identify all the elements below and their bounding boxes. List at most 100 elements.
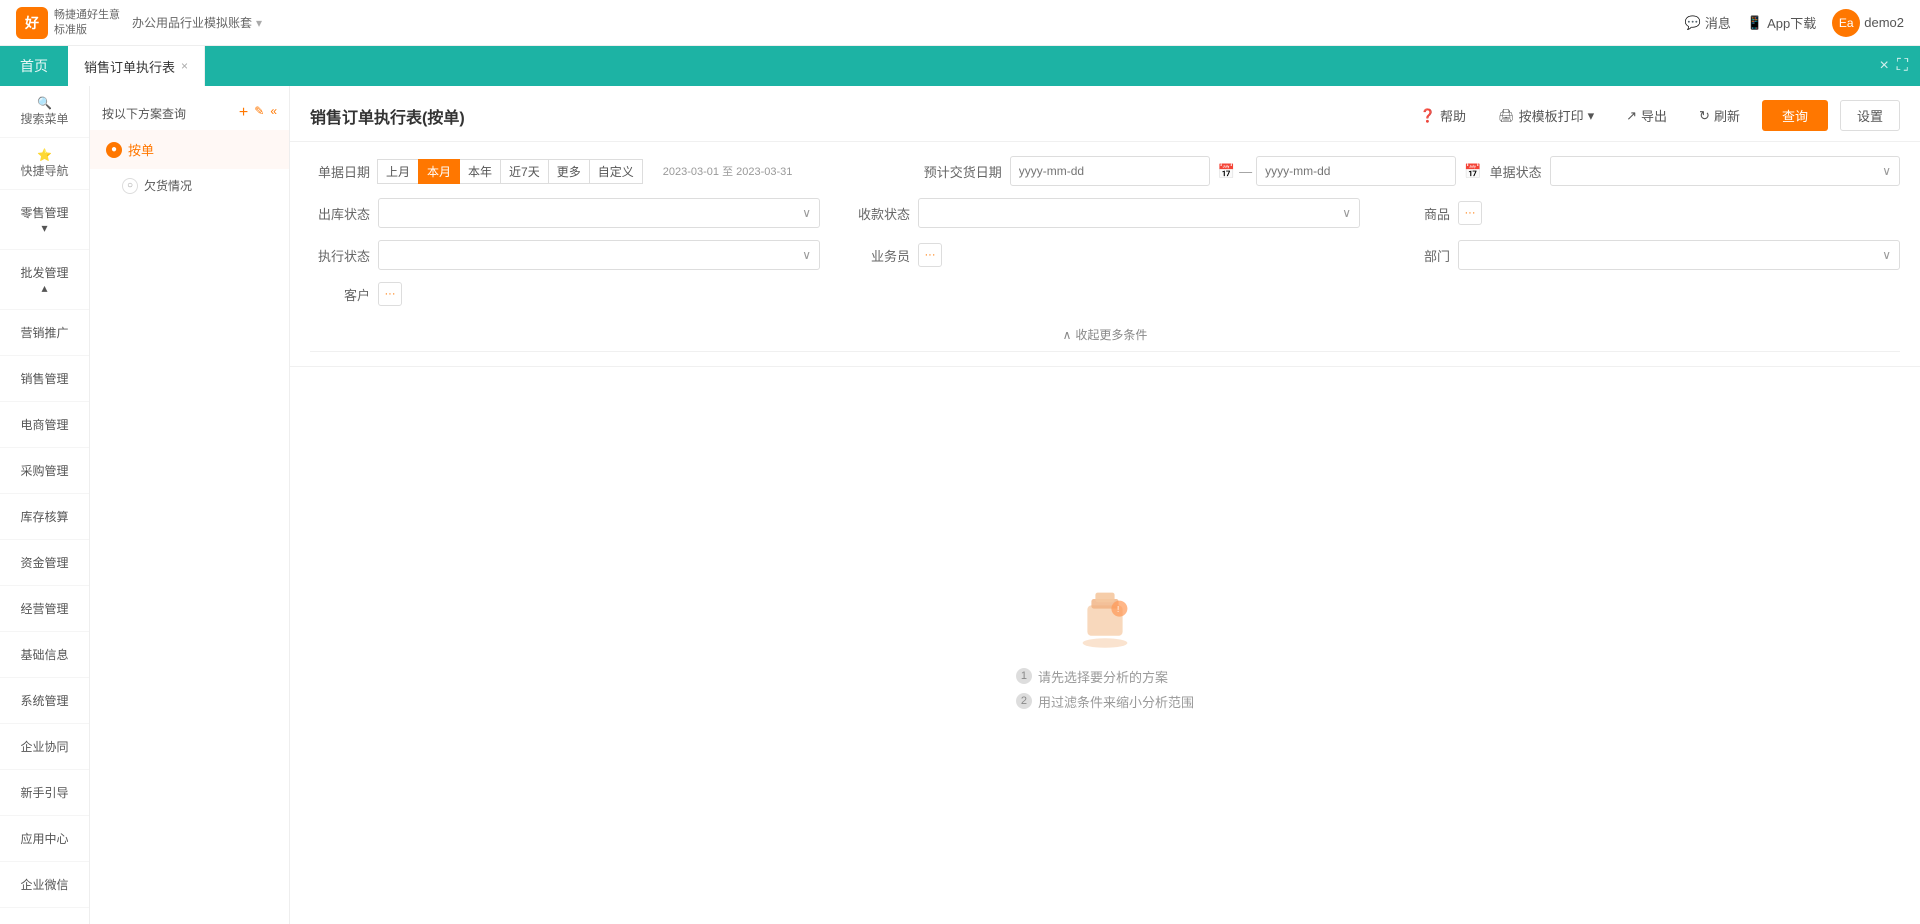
date-tab-custom[interactable]: 自定义 (589, 159, 643, 184)
tab-home[interactable]: 首页 (0, 46, 68, 86)
left-filter-panel: 按以下方案查询 + ✎ « ● 按单 ○ 欠货情况 (90, 86, 290, 924)
filter-row-3: 执行状态 ∨ 业务员 ··· 部门 (310, 240, 1900, 270)
print-button[interactable]: 🖨 按模板打印 ▾ (1488, 101, 1604, 130)
form-actions: ❓ 帮助 🖨 按模板打印 ▾ ↗ 导出 ↻ (1410, 100, 1900, 131)
help-button[interactable]: ❓ 帮助 (1410, 101, 1476, 130)
window-maximize-button[interactable]: ⛶ (1897, 57, 1908, 75)
filter-group-shipment: 出库状态 ∨ (310, 198, 820, 228)
filter-group-payment: 收款状态 ∨ (850, 198, 1360, 228)
sidebar-item-newbie[interactable]: 新手引导 (0, 770, 89, 816)
main-form-area: 销售订单执行表(按单) ❓ 帮助 🖨 按模板打印 ▾ ↗ (290, 86, 1920, 924)
date-tab-this-year[interactable]: 本年 (459, 159, 501, 184)
collapse-icon: ∧ (1063, 328, 1072, 342)
svg-text:!: ! (1117, 604, 1119, 613)
refresh-icon: ↻ (1699, 108, 1710, 124)
tab-close-icon[interactable]: × (181, 59, 188, 73)
date-tab-7days[interactable]: 近7天 (500, 159, 549, 184)
filter-group-customer: 客户 ··· (310, 282, 787, 306)
execute-label: 执行状态 (310, 246, 370, 265)
doc-status-select[interactable]: ∨ (1550, 156, 1900, 186)
top-bar-left: 好 畅捷通好生意 标准版 办公用品行业模拟账套 ▾ (16, 7, 262, 39)
execute-chevron-icon: ∨ (802, 248, 811, 262)
sidebar-item-wechat[interactable]: 企业微信 (0, 862, 89, 908)
filter-row-2: 出库状态 ∨ 收款状态 ∨ (310, 198, 1900, 228)
tab-sales-execution[interactable]: 销售订单执行表 × (68, 46, 205, 86)
date-tab-last-month[interactable]: 上月 (377, 159, 419, 184)
sidebar-item-system[interactable]: 系统管理 (0, 678, 89, 724)
user-menu[interactable]: Ea demo2 (1832, 9, 1904, 37)
message-icon: 💬 (1685, 15, 1701, 31)
sidebar-item-finance[interactable]: 资金管理 (0, 540, 89, 586)
sidebar-item-search-menu[interactable]: 🔍 搜索菜单 (0, 86, 89, 138)
refresh-button[interactable]: ↻ 刷新 (1689, 101, 1750, 130)
sidebar-item-wholesale[interactable]: 批发管理 ▴ (0, 250, 89, 310)
edit-scheme-button[interactable]: ✎ (254, 104, 264, 122)
export-button[interactable]: ↗ 导出 (1616, 101, 1677, 130)
breadcrumb-text: 办公用品行业模拟账套 (132, 14, 252, 31)
sidebar-item-quick-nav[interactable]: ⭐ 快捷导航 (0, 138, 89, 190)
shipment-label: 出库状态 (310, 204, 370, 223)
date-tab-this-month[interactable]: 本月 (418, 159, 460, 184)
print-chevron-icon: ▾ (1588, 108, 1595, 124)
sidebar-item-sales[interactable]: 销售管理 (0, 356, 89, 402)
scheme-item-欠货情况[interactable]: ○ 欠货情况 (90, 169, 289, 202)
sidebar-item-app-center[interactable]: 应用中心 (0, 816, 89, 862)
sidebar-item-member[interactable]: 畅会员 (0, 908, 89, 924)
empty-tips: 1 请先选择要分析的方案 2 用过滤条件来缩小分析范围 (1016, 667, 1194, 717)
window-close-button[interactable]: × (1879, 57, 1888, 75)
expected-date-end[interactable] (1256, 156, 1456, 186)
chevron-down-icon: ▾ (41, 221, 47, 235)
empty-tip-1: 1 请先选择要分析的方案 (1016, 667, 1194, 686)
scheme-item-按单[interactable]: ● 按单 (90, 130, 289, 169)
status-chevron-icon: ∨ (1882, 164, 1891, 178)
salesman-picker[interactable]: ··· (918, 243, 942, 267)
department-label: 部门 (1390, 246, 1450, 265)
search-button[interactable]: 查询 (1762, 100, 1828, 131)
collapse-bar[interactable]: ∧ 收起更多条件 (310, 318, 1900, 352)
tab-bar: 首页 销售订单执行表 × × ⛶ (0, 46, 1920, 86)
page-title: 销售订单执行表(按单) (310, 104, 465, 128)
breadcrumb[interactable]: 办公用品行业模拟账套 ▾ (132, 14, 262, 31)
top-bar: 好 畅捷通好生意 标准版 办公用品行业模拟账套 ▾ 💬 消息 📱 App下载 E… (0, 0, 1920, 46)
message-button[interactable]: 💬 消息 (1685, 13, 1731, 32)
add-scheme-button[interactable]: + (239, 104, 248, 122)
execute-select[interactable]: ∨ (378, 240, 820, 270)
sidebar-item-ecommerce[interactable]: 电商管理 (0, 402, 89, 448)
sidebar-item-purchase[interactable]: 采购管理 (0, 448, 89, 494)
shipment-select[interactable]: ∨ (378, 198, 820, 228)
sidebar-item-enterprise[interactable]: 企业协同 (0, 724, 89, 770)
department-select[interactable]: ∨ (1458, 240, 1900, 270)
expected-date-start[interactable] (1010, 156, 1210, 186)
left-panel-header: 按以下方案查询 + ✎ « (90, 96, 289, 130)
sidebar-item-marketing[interactable]: 营销推广 (0, 310, 89, 356)
settings-button[interactable]: 设置 (1840, 100, 1900, 131)
top-bar-right: 💬 消息 📱 App下载 Ea demo2 (1685, 9, 1904, 37)
sidebar-item-retail[interactable]: 零售管理 ▾ (0, 190, 89, 250)
active-scheme-icon: ● (106, 142, 122, 158)
calendar-end-icon[interactable]: 📅 (1464, 163, 1481, 180)
app-download-button[interactable]: 📱 App下载 (1747, 13, 1816, 32)
date-tabs: 上月 本月 本年 近7天 更多 自定义 (378, 159, 643, 184)
filter-group-date: 单据日期 上月 本月 本年 近7天 更多 自定义 2023-03-01 至 20… (310, 159, 924, 184)
logo-text: 畅捷通好生意 标准版 (54, 8, 120, 37)
collapse-panel-button[interactable]: « (270, 104, 277, 122)
goods-picker[interactable]: ··· (1458, 201, 1482, 225)
filter-row-1: 单据日期 上月 本月 本年 近7天 更多 自定义 2023-03-01 至 20… (310, 156, 1900, 186)
help-icon: ❓ (1420, 108, 1436, 124)
search-menu-icon: 🔍 (37, 96, 52, 110)
doc-status-label: 单据状态 (1482, 162, 1542, 181)
payment-select[interactable]: ∨ (918, 198, 1360, 228)
tab-bar-actions: × ⛶ (1867, 46, 1920, 86)
empty-illustration: ! (1065, 575, 1145, 655)
sidebar: 🔍 搜索菜单 ⭐ 快捷导航 零售管理 ▾ 批发管理 ▴ 营销推广 销售管理 电商… (0, 86, 90, 924)
download-icon: 📱 (1747, 15, 1763, 31)
sidebar-item-operation[interactable]: 经营管理 (0, 586, 89, 632)
customer-label: 客户 (310, 285, 370, 304)
breadcrumb-chevron-icon: ▾ (256, 16, 262, 30)
date-tab-more[interactable]: 更多 (548, 159, 590, 184)
scheme-outline-icon: ○ (122, 178, 138, 194)
sidebar-item-inventory[interactable]: 库存核算 (0, 494, 89, 540)
sidebar-item-basic[interactable]: 基础信息 (0, 632, 89, 678)
calendar-start-icon[interactable]: 📅 (1218, 163, 1235, 180)
customer-picker[interactable]: ··· (378, 282, 402, 306)
